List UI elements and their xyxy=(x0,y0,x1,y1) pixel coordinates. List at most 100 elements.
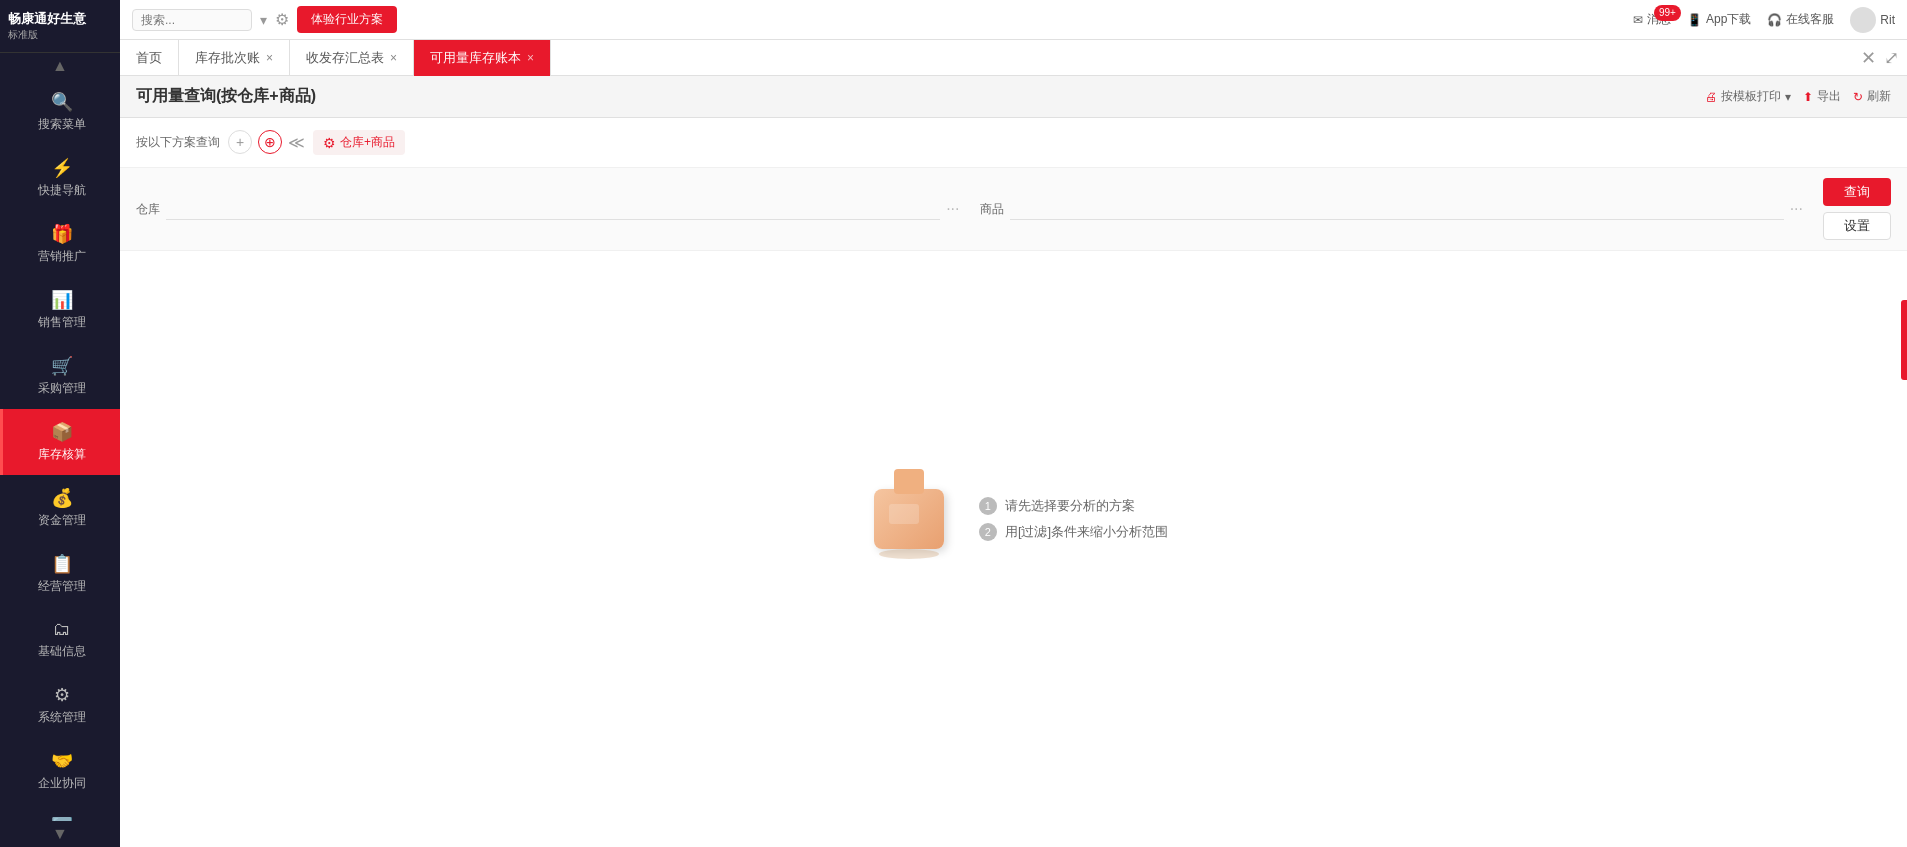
sidebar-item-base[interactable]: 🗂 基础信息 xyxy=(0,607,120,672)
content-area: 可用量查询(按仓库+商品) 🖨 按模板打印 ▾ ⬆ 导出 ↻ 刷新 按以下方案 xyxy=(120,76,1907,847)
filter-right-buttons: 查询 设置 xyxy=(1823,178,1891,240)
search-icon: 🔍 xyxy=(51,91,73,113)
tab-summary-label: 收发存汇总表 xyxy=(306,49,384,67)
goods-more-icon[interactable]: ··· xyxy=(1790,200,1803,218)
message-badge: 99+ xyxy=(1654,5,1681,21)
filter-item-icon: ⚙ xyxy=(323,135,336,151)
tab-batch[interactable]: 库存批次账 × xyxy=(179,40,290,76)
sidebar-item-system[interactable]: ⚙ 系统管理 xyxy=(0,672,120,738)
close-all-tabs-button[interactable]: ✕ xyxy=(1861,47,1876,69)
app-download-button[interactable]: 📱 App下载 xyxy=(1687,11,1751,28)
empty-illustration xyxy=(859,459,959,559)
sidebar: 畅康通好生意 标准版 ▲ 🔍 搜索菜单 ⚡ 快捷导航 🎁 营销推广 📊 销售管理… xyxy=(0,0,120,847)
export-button[interactable]: ⬆ 导出 xyxy=(1803,88,1841,105)
empty-tip-2: 2 用[过滤]条件来缩小分析范围 xyxy=(979,523,1168,541)
sidebar-item-label: 营销推广 xyxy=(38,248,86,265)
system-icon: ⚙ xyxy=(54,684,70,706)
filter-actions: + ⊕ ≪ xyxy=(228,130,305,154)
goods-field: 商品 ··· xyxy=(980,199,1804,220)
filter-section-label: 按以下方案查询 xyxy=(136,130,220,151)
sidebar-item-finance[interactable]: 💰 资金管理 xyxy=(0,475,120,541)
tab-available-close[interactable]: × xyxy=(527,51,534,65)
avatar xyxy=(1850,7,1876,33)
tab-home-label: 首页 xyxy=(136,49,162,67)
inventory-icon: 📦 xyxy=(51,421,73,443)
sidebar-item-purchase[interactable]: 🛒 采购管理 xyxy=(0,343,120,409)
filter-settings-button[interactable]: ⊕ xyxy=(258,130,282,154)
page-title: 可用量查询(按仓库+商品) xyxy=(136,86,316,107)
export-label: 导出 xyxy=(1817,88,1841,105)
add-filter-button[interactable]: + xyxy=(228,130,252,154)
tabs-bar: 首页 库存批次账 × 收发存汇总表 × 可用量库存账本 × ✕ ⤢ xyxy=(120,40,1907,76)
marketing-icon: 🎁 xyxy=(51,223,73,245)
app-name: 畅康通好生意 xyxy=(8,10,112,28)
query-button[interactable]: 查询 xyxy=(1823,178,1891,206)
sidebar-item-label: 采购管理 xyxy=(38,380,86,397)
sidebar-item-label: 库存核算 xyxy=(38,446,86,463)
tip-num-1: 1 xyxy=(979,497,997,515)
main-area: ▾ ⚙ 体验行业方案 ✉ 消息 99+ 📱 App下载 🎧 在线客服 Rit xyxy=(120,0,1907,847)
sidebar-item-search[interactable]: 🔍 搜索菜单 xyxy=(0,79,120,145)
export-icon: ⬆ xyxy=(1803,90,1813,104)
filter-items: ⚙ 仓库+商品 xyxy=(313,130,405,155)
sidebar-item-marketing[interactable]: 🎁 营销推广 xyxy=(0,211,120,277)
app-label: App下载 xyxy=(1706,11,1751,28)
sidebar-item-label: 系统管理 xyxy=(38,709,86,726)
filter-collapse-button[interactable]: ≪ xyxy=(288,133,305,152)
filter-item-warehouse-goods[interactable]: ⚙ 仓库+商品 xyxy=(313,130,405,155)
tab-summary[interactable]: 收发存汇总表 × xyxy=(290,40,414,76)
sidebar-scroll-down[interactable]: ▼ xyxy=(0,821,120,847)
operation-icon: 📋 xyxy=(51,553,73,575)
sidebar-logo: 畅康通好生意 标准版 xyxy=(0,0,120,53)
empty-state: 1 请先选择要分析的方案 2 用[过滤]条件来缩小分析范围 xyxy=(120,251,1907,847)
tab-batch-close[interactable]: × xyxy=(266,51,273,65)
message-button[interactable]: ✉ 消息 99+ xyxy=(1633,11,1671,28)
sidebar-item-guide[interactable]: 🆕 新手引导 xyxy=(0,804,120,821)
chevron-down-icon[interactable]: ▾ xyxy=(260,12,267,28)
empty-tips: 1 请先选择要分析的方案 2 用[过滤]条件来缩小分析范围 xyxy=(979,497,1168,541)
refresh-button[interactable]: ↻ 刷新 xyxy=(1853,88,1891,105)
filter-section: 按以下方案查询 + ⊕ ≪ ⚙ 仓库+商品 xyxy=(120,118,1907,168)
user-menu[interactable]: Rit xyxy=(1850,7,1895,33)
tab-summary-close[interactable]: × xyxy=(390,51,397,65)
warehouse-more-icon[interactable]: ··· xyxy=(946,200,959,218)
warehouse-input[interactable] xyxy=(166,199,940,220)
sidebar-scroll-up[interactable]: ▲ xyxy=(0,53,120,79)
print-chevron: ▾ xyxy=(1785,90,1791,104)
service-label: 在线客服 xyxy=(1786,11,1834,28)
search-input[interactable] xyxy=(132,9,252,31)
purchase-icon: 🛒 xyxy=(51,355,73,377)
page-header: 可用量查询(按仓库+商品) 🖨 按模板打印 ▾ ⬆ 导出 ↻ 刷新 xyxy=(120,76,1907,118)
sidebar-item-inventory[interactable]: 📦 库存核算 xyxy=(0,409,120,475)
sidebar-item-sales[interactable]: 📊 销售管理 xyxy=(0,277,120,343)
username: Rit xyxy=(1880,13,1895,27)
tab-home[interactable]: 首页 xyxy=(120,40,179,76)
gear-icon[interactable]: ⚙ xyxy=(275,10,289,29)
empty-shadow xyxy=(879,549,939,559)
headset-icon: 🎧 xyxy=(1767,13,1782,27)
base-icon: 🗂 xyxy=(53,619,71,640)
sidebar-item-enterprise[interactable]: 🤝 企业协同 xyxy=(0,738,120,804)
sidebar-item-shortcut[interactable]: ⚡ 快捷导航 xyxy=(0,145,120,211)
print-button[interactable]: 🖨 按模板打印 ▾ xyxy=(1705,88,1791,105)
expand-button[interactable]: ⤢ xyxy=(1884,47,1899,69)
app-version: 标准版 xyxy=(8,28,112,42)
empty-face-icon xyxy=(894,469,924,494)
filter-row: 仓库 ··· 商品 ··· 查询 设置 xyxy=(120,168,1907,251)
setting-button[interactable]: 设置 xyxy=(1823,212,1891,240)
sidebar-nav: 🔍 搜索菜单 ⚡ 快捷导航 🎁 营销推广 📊 销售管理 🛒 采购管理 📦 库存核… xyxy=(0,79,120,821)
empty-tip-1: 1 请先选择要分析的方案 xyxy=(979,497,1168,515)
tab-batch-label: 库存批次账 xyxy=(195,49,260,67)
warehouse-label: 仓库 xyxy=(136,201,160,218)
tab-available-label: 可用量库存账本 xyxy=(430,49,521,67)
goods-input[interactable] xyxy=(1010,199,1784,220)
sidebar-item-operation[interactable]: 📋 经营管理 xyxy=(0,541,120,607)
filter-item-label: 仓库+商品 xyxy=(340,134,395,151)
online-service-button[interactable]: 🎧 在线客服 xyxy=(1767,11,1834,28)
refresh-icon: ↻ xyxy=(1853,90,1863,104)
sidebar-item-label: 企业协同 xyxy=(38,775,86,792)
tab-available[interactable]: 可用量库存账本 × xyxy=(414,40,551,76)
enterprise-icon: 🤝 xyxy=(51,750,73,772)
sidebar-item-label: 快捷导航 xyxy=(38,182,86,199)
trial-button[interactable]: 体验行业方案 xyxy=(297,6,397,33)
